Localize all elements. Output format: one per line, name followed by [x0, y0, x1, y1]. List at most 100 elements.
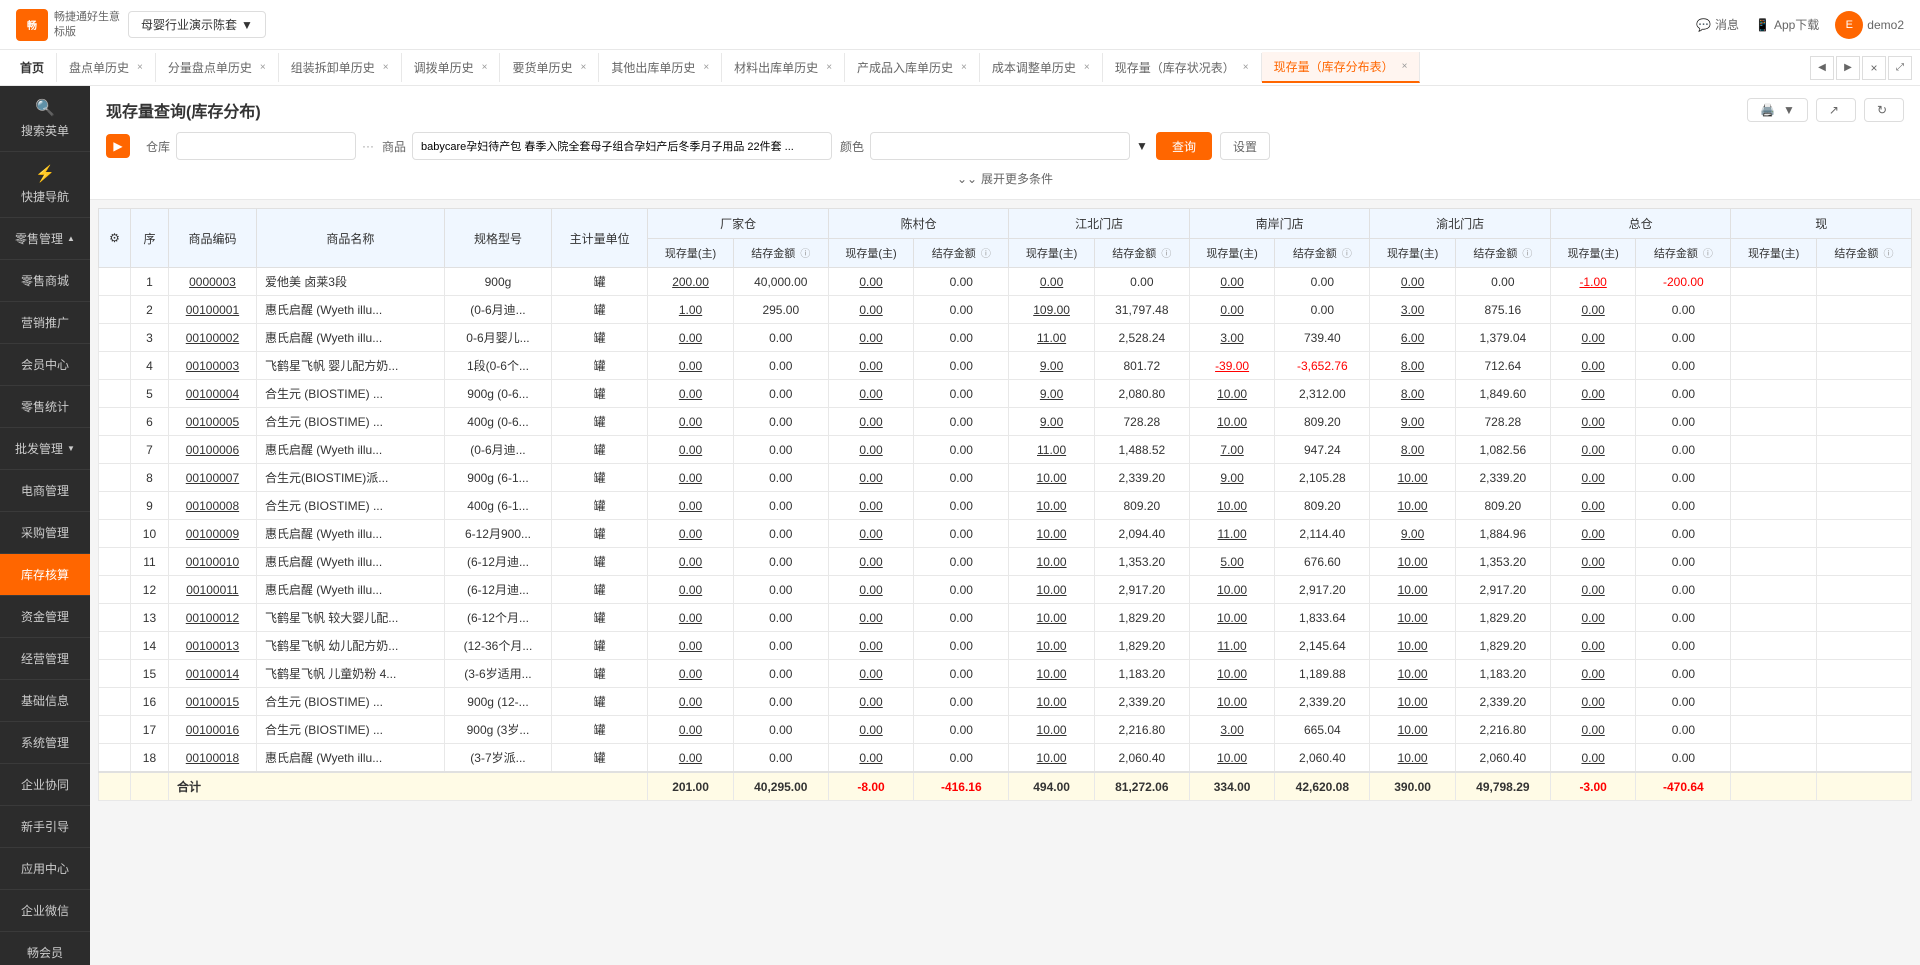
setting-button[interactable]: 设置	[1220, 132, 1270, 160]
export-button[interactable]: ↗	[1816, 98, 1856, 122]
info-icon[interactable]: ⓘ	[1342, 249, 1352, 260]
nav-next-button[interactable]: ▶	[1836, 56, 1860, 80]
close-icon[interactable]: ×	[580, 62, 586, 73]
sidebar-item-ecommerce[interactable]: 电商管理	[0, 470, 90, 512]
goods-input[interactable]	[412, 132, 832, 160]
query-button[interactable]: 查询	[1156, 132, 1212, 160]
row-c3-qty: 109.00	[1009, 296, 1094, 324]
table-row: 17 00100016 合生元 (BIOSTIME) ... 900g (3岁.…	[99, 716, 1912, 744]
sidebar-item-operations[interactable]: 经营管理	[0, 638, 90, 680]
table-row: 5 00100004 合生元 (BIOSTIME) ... 900g (0-6.…	[99, 380, 1912, 408]
close-icon[interactable]: ×	[703, 62, 709, 73]
row-unit: 罐	[552, 380, 648, 408]
sidebar-item-wholesale[interactable]: 批发管理 ▼	[0, 428, 90, 470]
info-icon[interactable]: ⓘ	[800, 249, 810, 260]
row-spec: 1段(0-6个...	[444, 352, 551, 380]
sidebar-item-guide[interactable]: 新手引导	[0, 806, 90, 848]
row-c5-qty: 10.00	[1370, 716, 1455, 744]
info-icon[interactable]: ⓘ	[1703, 249, 1713, 260]
close-icon[interactable]: ×	[1402, 61, 1408, 72]
tab-stock-distribution[interactable]: 现存量（库存分布表） ×	[1262, 52, 1421, 83]
close-icon[interactable]: ×	[1243, 62, 1249, 73]
row-name: 惠氏启醒 (Wyeth illu...	[256, 548, 444, 576]
info-icon[interactable]: ⓘ	[981, 249, 991, 260]
row-c3-qty: 10.00	[1009, 492, 1094, 520]
row-check	[99, 576, 131, 604]
sidebar-item-base-info[interactable]: 基础信息	[0, 680, 90, 722]
tab-product-in-history[interactable]: 产成品入库单历史 ×	[845, 53, 980, 82]
row-c3-qty: 10.00	[1009, 660, 1094, 688]
close-icon[interactable]: ×	[260, 62, 266, 73]
row-index: 16	[131, 688, 169, 716]
row-check	[99, 520, 131, 548]
gear-icon[interactable]: ⚙	[109, 231, 120, 245]
sidebar-item-retail-mall[interactable]: 零售商城	[0, 260, 90, 302]
table-row: 3 00100002 惠氏启醒 (Wyeth illu... 0-6月婴儿...…	[99, 324, 1912, 352]
info-icon[interactable]: ⓘ	[1522, 249, 1532, 260]
sidebar-item-app-center[interactable]: 应用中心	[0, 848, 90, 890]
sidebar-item-search[interactable]: 🔍 搜索英单	[0, 86, 90, 152]
info-icon[interactable]: ⓘ	[1883, 249, 1893, 260]
row-c1-qty: 0.00	[648, 520, 733, 548]
nav-prev-button[interactable]: ◀	[1810, 56, 1834, 80]
tab-stock-status[interactable]: 现存量（库存状况表） ×	[1103, 53, 1262, 82]
nav-close-button[interactable]: ×	[1862, 56, 1886, 80]
tab-home[interactable]: 首页	[8, 53, 57, 82]
row-c2-amt: 0.00	[914, 688, 1009, 716]
info-icon[interactable]: ⓘ	[1161, 249, 1171, 260]
message-button[interactable]: 💬 消息	[1696, 16, 1739, 33]
row-t-amt: 0.00	[1636, 688, 1731, 716]
close-icon[interactable]: ×	[137, 62, 143, 73]
app-download-button[interactable]: 📱 App下载	[1755, 16, 1819, 33]
warehouse-dots[interactable]: ···	[362, 139, 374, 153]
row-unit: 罐	[552, 352, 648, 380]
tab-transfer-history[interactable]: 调拨单历史 ×	[402, 53, 501, 82]
color-input[interactable]	[870, 132, 1130, 160]
row-code: 00100013	[168, 632, 256, 660]
sidebar-item-system[interactable]: 系统管理	[0, 722, 90, 764]
sidebar-item-member[interactable]: 会员中心	[0, 344, 90, 386]
print-button[interactable]: 🖨️ ▼	[1747, 98, 1808, 122]
close-icon[interactable]: ×	[961, 62, 967, 73]
row-spec: 900g	[444, 268, 551, 296]
sidebar-item-purchase[interactable]: 采购管理	[0, 512, 90, 554]
row-c2-qty: 0.00	[828, 604, 913, 632]
sidebar-item-vip[interactable]: 畅会员	[0, 932, 90, 965]
sidebar-item-retail-mgmt[interactable]: 零售管理 ▲	[0, 218, 90, 260]
sidebar-item-retail-stats[interactable]: 零售统计	[0, 386, 90, 428]
row-c5-amt: 875.16	[1455, 296, 1550, 324]
tab-cost-adjust-history[interactable]: 成本调整单历史 ×	[980, 53, 1103, 82]
row-t-qty: 0.00	[1550, 716, 1635, 744]
nav-expand-button[interactable]: ⤢	[1888, 56, 1912, 80]
close-icon[interactable]: ×	[383, 62, 389, 73]
refresh-button[interactable]: ↻	[1864, 98, 1904, 122]
settings-header[interactable]: ⚙	[99, 209, 131, 268]
close-icon[interactable]: ×	[826, 62, 832, 73]
sidebar-item-quick-nav[interactable]: ⚡ 快捷导航	[0, 152, 90, 218]
tab-material-out-history[interactable]: 材料出库单历史 ×	[722, 53, 845, 82]
tab-assemble-history[interactable]: 组装拆卸单历史 ×	[279, 53, 402, 82]
sidebar-item-finance[interactable]: 资金管理	[0, 596, 90, 638]
row-code: 00100004	[168, 380, 256, 408]
tab-inventory-history[interactable]: 盘点单历史 ×	[57, 53, 156, 82]
row-unit: 罐	[552, 660, 648, 688]
row-c5-qty: 10.00	[1370, 576, 1455, 604]
user-area[interactable]: E demo2	[1835, 11, 1904, 39]
sidebar-item-marketing[interactable]: 营销推广	[0, 302, 90, 344]
warehouse-input[interactable]	[176, 132, 356, 160]
row-c3-qty: 10.00	[1009, 520, 1094, 548]
sidebar-item-wechat-work[interactable]: 企业微信	[0, 890, 90, 932]
sidebar-item-enterprise[interactable]: 企业协同	[0, 764, 90, 806]
tab-order-history[interactable]: 要货单历史 ×	[500, 53, 599, 82]
row-c2-amt: 0.00	[914, 436, 1009, 464]
app-selector[interactable]: 母婴行业演示陈套 ▼	[128, 11, 266, 38]
close-icon[interactable]: ×	[1084, 62, 1090, 73]
collapse-arrow[interactable]: ▶	[106, 134, 130, 158]
sidebar-item-inventory[interactable]: 库存核算	[0, 554, 90, 596]
expand-more-button[interactable]: ⌄⌄ 展开更多条件	[949, 166, 1061, 191]
table-container[interactable]: ⚙ 序 商品编码 商品名称 规格型号 主计量单位 厂家仓 陈村仓 江北门店 南岸…	[90, 200, 1920, 965]
tab-other-out-history[interactable]: 其他出库单历史 ×	[599, 53, 722, 82]
tab-portion-history[interactable]: 分量盘点单历史 ×	[156, 53, 279, 82]
row-c4-qty: 9.00	[1189, 464, 1274, 492]
close-icon[interactable]: ×	[482, 62, 488, 73]
